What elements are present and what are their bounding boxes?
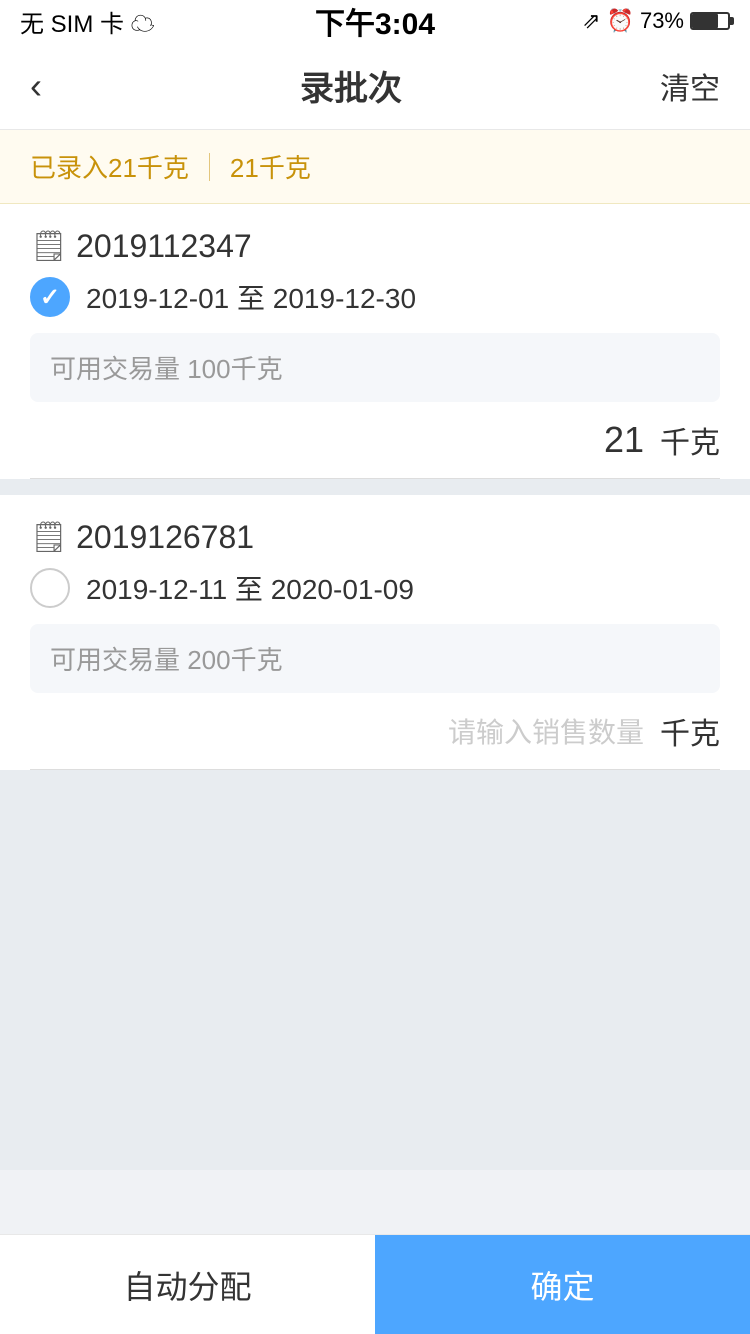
page-title: 录批次 [300,61,402,110]
batch2-icon: 🗒 [30,520,68,555]
batch1-radio[interactable] [30,277,70,317]
batch1-unit: 千克 [660,418,720,462]
batch1-icon: 🗒 [30,229,68,264]
auto-distribute-button[interactable]: 自动分配 [0,1235,375,1334]
batch1-number: 2019112347 [76,228,252,265]
batch2-radio[interactable] [30,568,70,608]
sim-label: 无 SIM 卡 ☁ [20,4,155,39]
batch2-card: 🗒 2019126781 2019-12-11 至 2020-01-09 可用交… [0,495,750,693]
back-button[interactable]: ‹ [30,65,42,107]
batch1-quantity-container: 21 千克 [0,402,750,479]
battery-percent: 73% [640,8,684,34]
batch1-date-row[interactable]: 2019-12-01 至 2019-12-30 [30,277,720,317]
info-amount: 21千克 [230,148,311,185]
status-right: ⇗ ⏰ 73% [582,8,730,34]
info-banner: 已录入21千克 21千克 [0,130,750,204]
batch1-quantity-row: 21 千克 [30,418,720,479]
batch1-card: 🗒 2019112347 2019-12-01 至 2019-12-30 可用交… [0,204,750,402]
battery-icon [690,12,730,30]
card-separator-1 [0,479,750,495]
confirm-button[interactable]: 确定 [375,1235,750,1334]
batch2-number-row: 🗒 2019126781 [30,519,720,556]
recorded-label: 已录入21千克 [30,148,189,185]
batch1-available-text: 可用交易量 100千克 [50,354,283,384]
batch1-number-row: 🗒 2019112347 [30,228,720,265]
batch2-available-text: 可用交易量 200千克 [50,645,283,675]
location-icon: ⇗ [582,8,600,34]
nav-bar: ‹ 录批次 清空 [0,42,750,130]
batch2-input-row: 请输入销售数量 千克 [0,693,750,770]
batch2-input-inner: 请输入销售数量 千克 [30,709,720,770]
bottom-bar: 自动分配 确定 [0,1234,750,1334]
batch2-date-row[interactable]: 2019-12-11 至 2020-01-09 [30,568,720,608]
status-time: 下午3:04 [315,0,435,43]
clear-button[interactable]: 清空 [660,64,720,108]
batch2-input-placeholder: 请输入销售数量 [448,711,644,751]
batch2-date: 2019-12-11 至 2020-01-09 [86,568,414,608]
batch2-number: 2019126781 [76,519,254,556]
batch2-unit: 千克 [660,709,720,753]
gray-area [0,770,750,1170]
status-left: 无 SIM 卡 ☁ [20,4,155,39]
batch2-available: 可用交易量 200千克 [30,624,720,693]
batch1-date: 2019-12-01 至 2019-12-30 [86,277,416,317]
alarm-icon: ⏰ [607,8,634,34]
batch1-quantity-value[interactable]: 21 [604,419,644,461]
batch1-available: 可用交易量 100千克 [30,333,720,402]
info-divider [209,153,210,181]
status-bar: 无 SIM 卡 ☁ 下午3:04 ⇗ ⏰ 73% [0,0,750,42]
